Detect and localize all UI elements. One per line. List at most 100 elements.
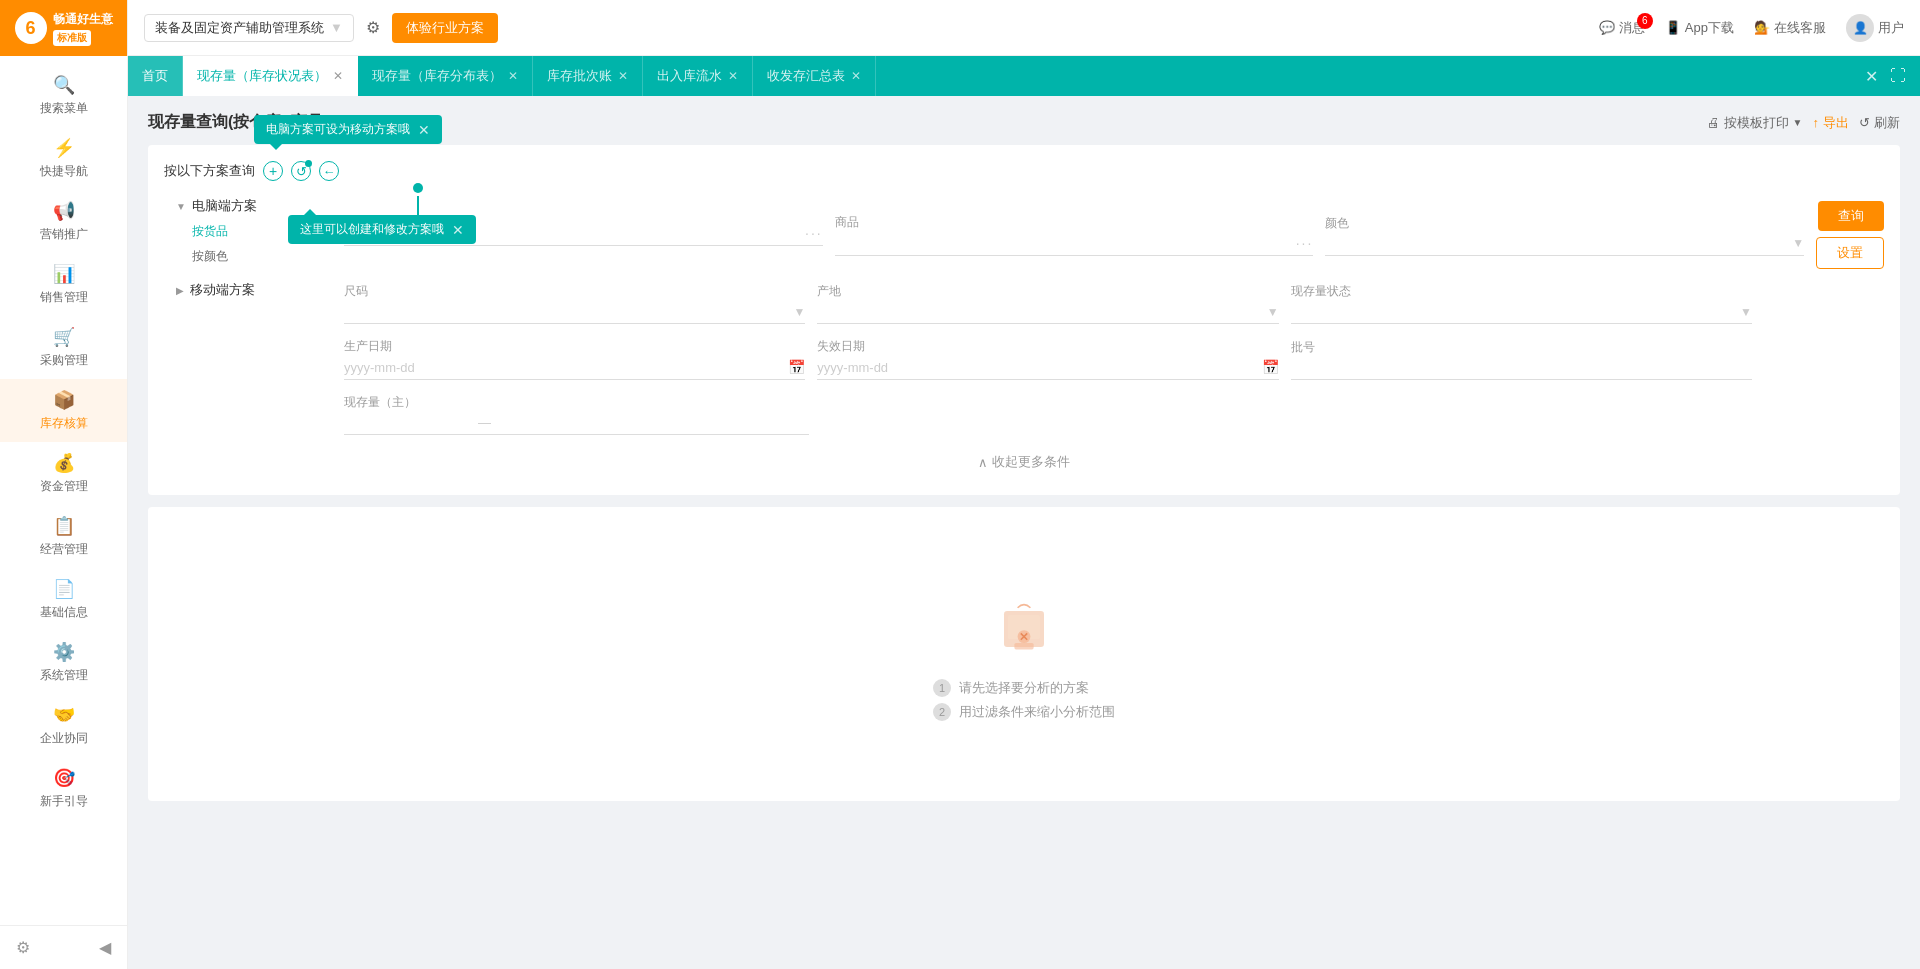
sidebar-item-inventory[interactable]: 📦 库存核算 <box>0 379 127 442</box>
filter-action-btns: 查询 设置 <box>1816 201 1884 269</box>
empty-tip-1: 1 请先选择要分析的方案 <box>933 679 1115 697</box>
online-service-action[interactable]: 💁 在线客服 <box>1754 19 1826 37</box>
origin-input[interactable] <box>817 304 1260 319</box>
connector <box>413 181 423 216</box>
sidebar: 6 畅通好生意 标准版 🔍 搜索菜单 ⚡ 快捷导航 📢 营销推广 📊 销售管理 … <box>0 0 128 969</box>
refresh-btn[interactable]: ↺ 刷新 <box>1859 114 1900 132</box>
filter-row-2: 尺码 ▼ 产地 ▼ 现存量状态 <box>344 283 1884 324</box>
header-right-actions: 💬 消息 6 📱 App下载 💁 在线客服 👤 用户 <box>1599 14 1904 42</box>
app-download-action[interactable]: 📱 App下载 <box>1665 19 1734 37</box>
system-selector[interactable]: 装备及固定资产辅助管理系统 ▼ <box>144 14 354 42</box>
stock-status-input[interactable] <box>1291 304 1734 319</box>
app-name: 畅通好生意 <box>53 11 113 28</box>
tab-close-all-btn[interactable]: ✕ <box>1861 63 1882 90</box>
filter-add-btn[interactable]: + <box>263 161 283 181</box>
color-input[interactable] <box>1325 236 1786 251</box>
top-header: 装备及固定资产辅助管理系统 ▼ ⚙ 体验行业方案 💬 消息 6 📱 App下载 … <box>128 0 1920 56</box>
expire-date-label: 失效日期 <box>817 338 1278 355</box>
print-btn[interactable]: 🖨 按模板打印 ▼ <box>1707 114 1803 132</box>
main-area: 装备及固定资产辅助管理系统 ▼ ⚙ 体验行业方案 💬 消息 6 📱 App下载 … <box>128 0 1920 969</box>
tab-close-icon[interactable]: ✕ <box>851 70 861 82</box>
tip-num-1: 1 <box>933 679 951 697</box>
settings-icon[interactable]: ⚙ <box>16 938 30 957</box>
tooltip2-close[interactable]: ✕ <box>452 222 464 238</box>
filter-fields: ··· 商品 ··· 颜色 ▼ <box>344 193 1884 435</box>
tab-close-icon[interactable]: ✕ <box>618 70 628 82</box>
tab-in-out-flow[interactable]: 出入库流水 ✕ <box>643 56 753 96</box>
tab-batch-account[interactable]: 库存批次账 ✕ <box>533 56 643 96</box>
collapse-row[interactable]: ∧ 收起更多条件 <box>164 445 1884 479</box>
industry-btn[interactable]: 体验行业方案 <box>392 13 498 43</box>
tab-expand-btn[interactable]: ⛶ <box>1886 63 1910 89</box>
sidebar-item-label: 快捷导航 <box>40 163 88 180</box>
operation-icon: 📋 <box>53 515 75 537</box>
scheme-item-color[interactable]: 按颜色 <box>176 244 322 269</box>
expire-date-input[interactable] <box>817 360 1255 375</box>
stock-status-input-wrap: ▼ <box>1291 304 1752 324</box>
empty-state: 1 请先选择要分析的方案 2 用过滤条件来缩小分析范围 <box>168 527 1880 781</box>
sidebar-item-label: 采购管理 <box>40 352 88 369</box>
sidebar-item-system[interactable]: ⚙️ 系统管理 <box>0 631 127 694</box>
collapse-label: 收起更多条件 <box>992 453 1070 471</box>
refresh-icon: ↺ <box>1859 115 1870 130</box>
sidebar-item-finance[interactable]: 💰 资金管理 <box>0 442 127 505</box>
tooltip1-close[interactable]: ✕ <box>418 122 430 138</box>
sidebar-item-basic[interactable]: 📄 基础信息 <box>0 568 127 631</box>
color-arrow-icon: ▼ <box>1792 236 1804 250</box>
user-action[interactable]: 👤 用户 <box>1846 14 1904 42</box>
size-input[interactable] <box>344 304 787 319</box>
setting-button[interactable]: 设置 <box>1816 237 1884 269</box>
tab-close-icon[interactable]: ✕ <box>508 70 518 82</box>
tip-num-2: 2 <box>933 703 951 721</box>
origin-arrow-icon: ▼ <box>1267 305 1279 319</box>
color-input-wrap: ▼ <box>1325 236 1804 256</box>
goods-input[interactable] <box>835 236 1290 251</box>
mobile-scheme-header[interactable]: ▶ 移动端方案 <box>176 277 322 303</box>
expire-date-calendar-icon[interactable]: 📅 <box>1262 359 1279 375</box>
collapse-icon[interactable]: ◀ <box>99 938 111 957</box>
sidebar-item-coop[interactable]: 🤝 企业协同 <box>0 694 127 757</box>
tooltip-create-scheme: 这里可以创建和修改方案哦 ✕ <box>288 215 476 244</box>
tab-home[interactable]: 首页 <box>128 56 183 96</box>
query-button[interactable]: 查询 <box>1818 201 1884 231</box>
sidebar-item-marketing[interactable]: 📢 营销推广 <box>0 190 127 253</box>
message-action[interactable]: 💬 消息 6 <box>1599 19 1645 37</box>
page-content: 现存量查询(按仓库+商品) 🖨 按模板打印 ▼ ↑ 导出 ↺ 刷新 <box>128 96 1920 969</box>
app-version: 标准版 <box>53 30 91 46</box>
tab-recv-send[interactable]: 收发存汇总表 ✕ <box>753 56 876 96</box>
stock-qty-min-input[interactable] <box>344 415 464 430</box>
warehouse-dots[interactable]: ··· <box>805 225 823 241</box>
sidebar-item-guide[interactable]: 🎯 新手引导 <box>0 757 127 820</box>
sidebar-item-label: 企业协同 <box>40 730 88 747</box>
filter-refresh-btn[interactable]: ↺ <box>291 161 311 181</box>
tab-inventory-status[interactable]: 现存量（库存状况表） ✕ <box>183 56 358 96</box>
sidebar-item-quick[interactable]: ⚡ 快捷导航 <box>0 127 127 190</box>
guide-icon: 🎯 <box>53 767 75 789</box>
sidebar-item-search[interactable]: 🔍 搜索菜单 <box>0 64 127 127</box>
sidebar-item-purchase[interactable]: 🛒 采购管理 <box>0 316 127 379</box>
tab-inventory-dist[interactable]: 现存量（库存分布表） ✕ <box>358 56 533 96</box>
goods-dots[interactable]: ··· <box>1296 235 1314 251</box>
tooltip2-text: 这里可以创建和修改方案哦 <box>300 221 444 238</box>
basic-icon: 📄 <box>53 578 75 600</box>
prod-date-calendar-icon[interactable]: 📅 <box>788 359 805 375</box>
gear-button[interactable]: ⚙ <box>366 18 380 37</box>
stock-qty-max-input[interactable] <box>505 415 625 430</box>
tab-close-icon[interactable]: ✕ <box>728 70 738 82</box>
tab-inventory-status-label: 现存量（库存状况表） <box>197 67 327 85</box>
phone-icon: 📱 <box>1665 20 1681 35</box>
export-btn[interactable]: ↑ 导出 <box>1813 114 1850 132</box>
sidebar-item-operation[interactable]: 📋 经营管理 <box>0 505 127 568</box>
tooltip2-arrow <box>304 209 316 215</box>
stock-status-arrow-icon: ▼ <box>1740 305 1752 319</box>
sidebar-item-sales[interactable]: 📊 销售管理 <box>0 253 127 316</box>
tab-close-icon[interactable]: ✕ <box>333 70 343 82</box>
batch-no-input[interactable] <box>1291 360 1752 375</box>
collapse-up-icon: ∧ <box>978 455 988 470</box>
size-label: 尺码 <box>344 283 805 300</box>
empty-tip-2: 2 用过滤条件来缩小分析范围 <box>933 703 1115 721</box>
filter-arrow-btn[interactable]: ← <box>319 161 339 181</box>
tab-batch-account-label: 库存批次账 <box>547 67 612 85</box>
stock-qty-label: 现存量（主） <box>344 394 809 411</box>
prod-date-input[interactable] <box>344 360 782 375</box>
